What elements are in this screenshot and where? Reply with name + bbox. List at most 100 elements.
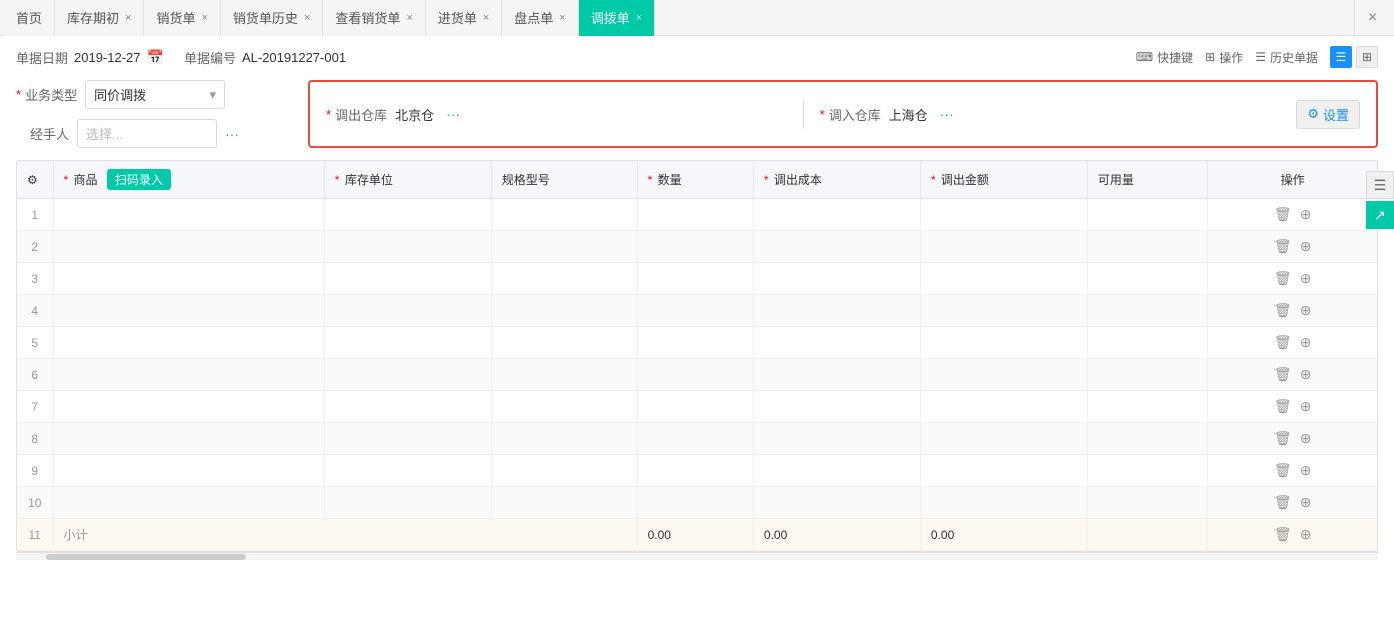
row-spec-cell[interactable] bbox=[491, 327, 637, 359]
row-amount-cell[interactable] bbox=[920, 327, 1087, 359]
row-quantity-cell[interactable] bbox=[637, 231, 753, 263]
row-cost-cell[interactable] bbox=[753, 359, 920, 391]
row-quantity-cell[interactable] bbox=[637, 455, 753, 487]
copy-icon[interactable]: ⊕ bbox=[1300, 366, 1312, 383]
delete-icon[interactable]: 🗑 bbox=[1274, 366, 1292, 383]
row-product-cell[interactable] bbox=[53, 487, 324, 519]
copy-icon[interactable]: ⊕ bbox=[1300, 398, 1312, 415]
row-product-cell[interactable] bbox=[53, 423, 324, 455]
delete-icon[interactable]: 🗑 bbox=[1274, 494, 1292, 511]
handler-select[interactable]: 选择... bbox=[77, 119, 217, 148]
row-cost-cell[interactable] bbox=[753, 263, 920, 295]
row-product-cell[interactable] bbox=[53, 263, 324, 295]
row-quantity-cell[interactable] bbox=[637, 199, 753, 231]
settings-button[interactable]: ⚙ 设置 bbox=[1296, 100, 1360, 129]
row-cost-cell[interactable] bbox=[753, 423, 920, 455]
row-spec-cell[interactable] bbox=[491, 455, 637, 487]
th-settings[interactable]: ⚙ bbox=[17, 161, 53, 199]
row-unit-cell[interactable] bbox=[324, 487, 491, 519]
row-cost-cell[interactable] bbox=[753, 327, 920, 359]
copy-icon[interactable]: ⊕ bbox=[1300, 270, 1312, 287]
row-product-cell[interactable] bbox=[53, 199, 324, 231]
tab-view-sales[interactable]: 查看销货单 × bbox=[323, 0, 425, 36]
tab-home[interactable]: 首页 bbox=[4, 0, 55, 36]
tab-bar-close-button[interactable]: × bbox=[1354, 0, 1390, 36]
row-product-cell[interactable] bbox=[53, 295, 324, 327]
row-cost-cell[interactable] bbox=[753, 231, 920, 263]
delete-icon[interactable]: 🗑 bbox=[1274, 334, 1292, 351]
warehouse-in-ellipsis-button[interactable]: ··· bbox=[940, 106, 954, 122]
row-amount-cell[interactable] bbox=[920, 391, 1087, 423]
tab-inventory-init-close[interactable]: × bbox=[125, 12, 131, 24]
row-amount-cell[interactable] bbox=[920, 263, 1087, 295]
scroll-thumb[interactable] bbox=[46, 554, 246, 560]
row-product-cell[interactable] bbox=[53, 455, 324, 487]
shortcuts-button[interactable]: ⌨ 快捷键 bbox=[1136, 49, 1193, 66]
history-button[interactable]: ☰ 历史单据 bbox=[1255, 49, 1318, 66]
row-unit-cell[interactable] bbox=[324, 263, 491, 295]
row-quantity-cell[interactable] bbox=[637, 327, 753, 359]
copy-icon[interactable]: ⊕ bbox=[1300, 462, 1312, 479]
row-quantity-cell[interactable] bbox=[637, 423, 753, 455]
row-unit-cell[interactable] bbox=[324, 423, 491, 455]
row-spec-cell[interactable] bbox=[491, 487, 637, 519]
row-amount-cell[interactable] bbox=[920, 295, 1087, 327]
row-amount-cell[interactable] bbox=[920, 487, 1087, 519]
business-type-select[interactable]: 同价调拨 ▾ bbox=[85, 80, 225, 109]
row-spec-cell[interactable] bbox=[491, 263, 637, 295]
row-cost-cell[interactable] bbox=[753, 295, 920, 327]
tab-sales-history-close[interactable]: × bbox=[304, 12, 310, 24]
copy-icon[interactable]: ⊕ bbox=[1300, 494, 1312, 511]
row-unit-cell[interactable] bbox=[324, 231, 491, 263]
delete-icon[interactable]: 🗑 bbox=[1274, 462, 1292, 479]
operations-button[interactable]: ⊞ 操作 bbox=[1205, 49, 1243, 66]
handler-ellipsis-button[interactable]: ··· bbox=[225, 126, 239, 142]
horizontal-scrollbar[interactable] bbox=[16, 552, 1378, 560]
copy-icon[interactable]: ⊕ bbox=[1300, 334, 1312, 351]
tab-purchase-order-close[interactable]: × bbox=[483, 12, 489, 24]
delete-icon[interactable]: 🗑 bbox=[1274, 238, 1292, 255]
copy-icon[interactable]: ⊕ bbox=[1300, 526, 1312, 543]
row-unit-cell[interactable] bbox=[324, 199, 491, 231]
copy-icon[interactable]: ⊕ bbox=[1300, 302, 1312, 319]
row-unit-cell[interactable] bbox=[324, 359, 491, 391]
row-unit-cell[interactable] bbox=[324, 295, 491, 327]
tab-purchase-order[interactable]: 进货单 × bbox=[426, 0, 502, 36]
row-quantity-cell[interactable] bbox=[637, 295, 753, 327]
tab-inventory-check[interactable]: 盘点单 × bbox=[502, 0, 578, 36]
tab-transfer-order[interactable]: 调拨单 × bbox=[579, 0, 655, 36]
row-spec-cell[interactable] bbox=[491, 391, 637, 423]
row-unit-cell[interactable] bbox=[324, 391, 491, 423]
row-product-cell[interactable] bbox=[53, 391, 324, 423]
row-spec-cell[interactable] bbox=[491, 423, 637, 455]
row-amount-cell[interactable] bbox=[920, 199, 1087, 231]
row-unit-cell[interactable] bbox=[324, 327, 491, 359]
row-spec-cell[interactable] bbox=[491, 359, 637, 391]
row-quantity-cell[interactable] bbox=[637, 359, 753, 391]
copy-icon[interactable]: ⊕ bbox=[1300, 238, 1312, 255]
row-product-cell[interactable] bbox=[53, 359, 324, 391]
row-product-cell[interactable] bbox=[53, 327, 324, 359]
list-view-button[interactable]: ☰ bbox=[1330, 46, 1352, 68]
row-cost-cell[interactable] bbox=[753, 487, 920, 519]
copy-icon[interactable]: ⊕ bbox=[1300, 206, 1312, 223]
tab-inventory-check-close[interactable]: × bbox=[559, 12, 565, 24]
row-spec-cell[interactable] bbox=[491, 295, 637, 327]
grid-view-button[interactable]: ⊞ bbox=[1356, 46, 1378, 68]
row-cost-cell[interactable] bbox=[753, 455, 920, 487]
row-product-cell[interactable] bbox=[53, 231, 324, 263]
row-cost-cell[interactable] bbox=[753, 199, 920, 231]
row-amount-cell[interactable] bbox=[920, 455, 1087, 487]
delete-icon[interactable]: 🗑 bbox=[1274, 302, 1292, 319]
tab-sales-history[interactable]: 销货单历史 × bbox=[221, 0, 323, 36]
row-quantity-cell[interactable] bbox=[637, 487, 753, 519]
row-cost-cell[interactable] bbox=[753, 391, 920, 423]
scan-button[interactable]: 扫码录入 bbox=[107, 169, 171, 190]
tab-inventory-init[interactable]: 库存期初 × bbox=[55, 0, 144, 36]
row-quantity-cell[interactable] bbox=[637, 391, 753, 423]
tab-view-sales-close[interactable]: × bbox=[406, 12, 412, 24]
float-list-button[interactable]: ☰ bbox=[1366, 171, 1394, 199]
delete-icon[interactable]: 🗑 bbox=[1274, 430, 1292, 447]
delete-icon[interactable]: 🗑 bbox=[1274, 398, 1292, 415]
row-amount-cell[interactable] bbox=[920, 423, 1087, 455]
